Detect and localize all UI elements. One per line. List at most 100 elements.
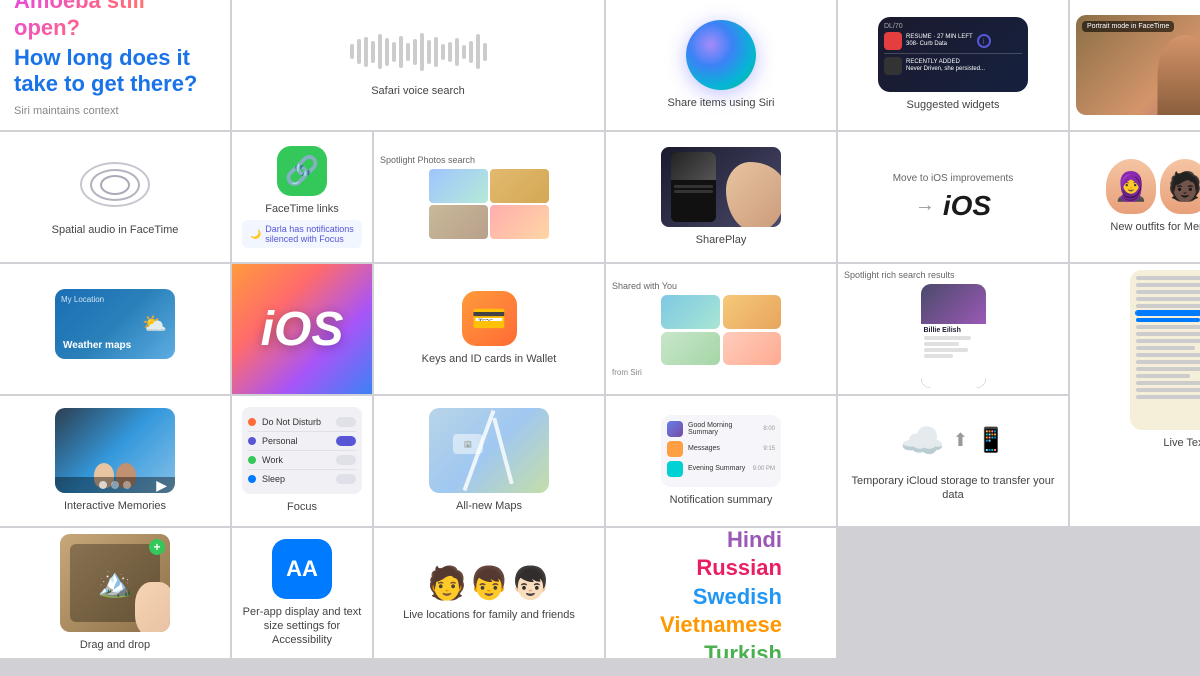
doc-line	[1136, 353, 1200, 357]
memoji-2: 🧑🏿	[1160, 159, 1200, 214]
ctrl-dot-3[interactable]	[123, 481, 131, 489]
memories-controls: ▶	[55, 477, 175, 493]
spatial-ring-inner	[100, 175, 130, 195]
siri-context-label: Siri maintains context	[14, 104, 119, 118]
live-text-phone	[1130, 270, 1200, 430]
moon-icon: 🌙	[250, 229, 261, 240]
finger-shape	[135, 582, 170, 632]
live-text-label: Live Text	[1163, 436, 1200, 450]
shareplay-cell: SharePlay	[606, 132, 836, 262]
siri-sphere-icon	[686, 20, 756, 90]
ios-logo-text: iOS	[943, 190, 991, 222]
spotlight-line-2	[924, 342, 959, 346]
shared-photo-3	[661, 332, 720, 366]
main-grid: Hey Siri, is Amoeba still open? How long…	[0, 0, 1200, 676]
widget-divider	[884, 53, 1022, 54]
focus-toggle-personal[interactable]	[336, 436, 356, 446]
maps-label: All-new Maps	[456, 499, 522, 513]
doc-line-selected	[1136, 311, 1200, 315]
notif-row-3: Evening Summary 9:00 PM	[667, 461, 775, 477]
doc-line	[1136, 395, 1200, 399]
doc-line	[1136, 297, 1200, 301]
notif-text-1: Good Morning Summary	[688, 422, 758, 436]
safari-voice-label: Safari voice search	[371, 84, 465, 98]
spotlight-line-3	[924, 348, 968, 352]
wallet-icon: 💳	[462, 291, 517, 346]
notif-text-3: Evening Summary	[688, 465, 748, 472]
notif-icon-1	[667, 421, 683, 437]
focus-dot-sleep	[248, 475, 256, 483]
wave-bar	[448, 42, 452, 62]
doc-line	[1136, 304, 1200, 308]
wave-bar	[371, 41, 375, 63]
live-text-cell: Live Text	[1070, 264, 1200, 526]
focus-dot-personal	[248, 437, 256, 445]
doc-line	[1136, 360, 1200, 364]
shared-photo-2	[723, 295, 782, 329]
lang-vietnamese: Vietnamese	[660, 611, 782, 640]
face-shape	[1158, 35, 1200, 115]
image-placeholder-icon: 🏔️	[98, 566, 133, 599]
keys-wallet-cell: 💳 Keys and ID cards in Wallet	[374, 264, 604, 394]
lang-turkish: Turkish	[660, 640, 782, 658]
photo-thumb-3	[429, 205, 488, 239]
quickpath-cell: Dutch Hindi Russian Swedish Vietnamese T…	[606, 528, 836, 658]
spatial-audio-cell: Spatial audio in FaceTime	[0, 132, 230, 262]
focus-label: Focus	[287, 500, 317, 514]
notif-summary-cell: Good Morning Summary 8:00 Messages 9:15 …	[606, 396, 836, 526]
focus-sleep-label: Sleep	[262, 474, 285, 484]
memoji-1: 🧕	[1106, 159, 1156, 214]
notif-icon-3	[667, 461, 683, 477]
focus-toggle-dnd[interactable]	[336, 417, 356, 427]
waveform	[350, 32, 487, 72]
cloud-upload-icon: ☁️	[900, 420, 945, 462]
focus-list: Do Not Disturb Personal Work Sleep	[242, 407, 362, 494]
move-ios-arrow-row: → iOS	[915, 190, 991, 222]
focus-cell: Do Not Disturb Personal Work Sleep Focus	[232, 396, 372, 526]
ctrl-dot-2[interactable]	[111, 481, 119, 489]
dragdrop-img: 🏔️ +	[60, 534, 170, 632]
memories-cell: ▶ Interactive Memories	[0, 396, 230, 526]
facetime-link-icon: 🔗	[277, 146, 327, 196]
hand-shape	[726, 162, 781, 227]
notif-row-2: Messages 9:15	[667, 441, 775, 457]
doc-line	[1136, 276, 1200, 280]
focus-toggle-work[interactable]	[336, 455, 356, 465]
spotlight-line-1	[924, 336, 971, 340]
spotlight-photos-cell: Spotlight Photos search	[374, 132, 604, 262]
spotlight-hero-img	[921, 284, 986, 324]
focus-notification-text: Darla has notifications silenced with Fo…	[265, 224, 354, 244]
weather-maps-tag: Weather maps	[63, 340, 131, 351]
focus-toggle-sleep[interactable]	[336, 474, 356, 484]
doc-line	[1136, 332, 1200, 336]
doc-line	[1136, 367, 1200, 371]
maps-img: 🏢	[429, 408, 549, 493]
wave-bar	[385, 38, 389, 66]
dragdrop-label: Drag and drop	[80, 638, 150, 652]
focus-dnd-label: Do Not Disturb	[262, 417, 321, 427]
weather-card: My Location Weather maps ⛅	[55, 289, 175, 359]
wave-bar	[378, 34, 382, 69]
photo-thumb-1	[429, 169, 488, 203]
spatial-audio-label: Spatial audio in FaceTime	[52, 223, 179, 237]
memoji-cell: 🧕 🧑🏿 👷 New outfits for Memoji stickers	[1070, 132, 1200, 262]
live-locations-cell: 🧑 👦 👦🏻 Live locations for family and fri…	[374, 528, 604, 658]
photo-thumb-4	[490, 205, 549, 239]
play-icon[interactable]: ▶	[156, 477, 167, 494]
arrow-right-icon: →	[915, 194, 935, 217]
icloud-label: Temporary iCloud storage to transfer you…	[848, 474, 1058, 503]
widget-timer: DL/70	[884, 23, 1022, 30]
spatial-rings	[75, 157, 155, 217]
notif-time-3: 9:00 PM	[753, 466, 775, 472]
wave-bar	[420, 33, 424, 71]
siri-hey-text: Hey Siri, is Amoeba still open?	[14, 0, 216, 41]
widget-info-icon: i	[977, 34, 991, 48]
doc-line	[1136, 374, 1190, 378]
move-ios-label-text: Move to iOS improvements	[893, 173, 1014, 184]
notif-time-1: 8:00	[763, 426, 775, 432]
ctrl-dot-1[interactable]	[99, 481, 107, 489]
notif-card: Good Morning Summary 8:00 Messages 9:15 …	[661, 415, 781, 487]
dragdrop-cell: 🏔️ + Drag and drop	[0, 528, 230, 658]
wave-bar	[392, 42, 396, 62]
facetime-portrait-tag: Portrait mode in FaceTime	[1082, 21, 1174, 32]
